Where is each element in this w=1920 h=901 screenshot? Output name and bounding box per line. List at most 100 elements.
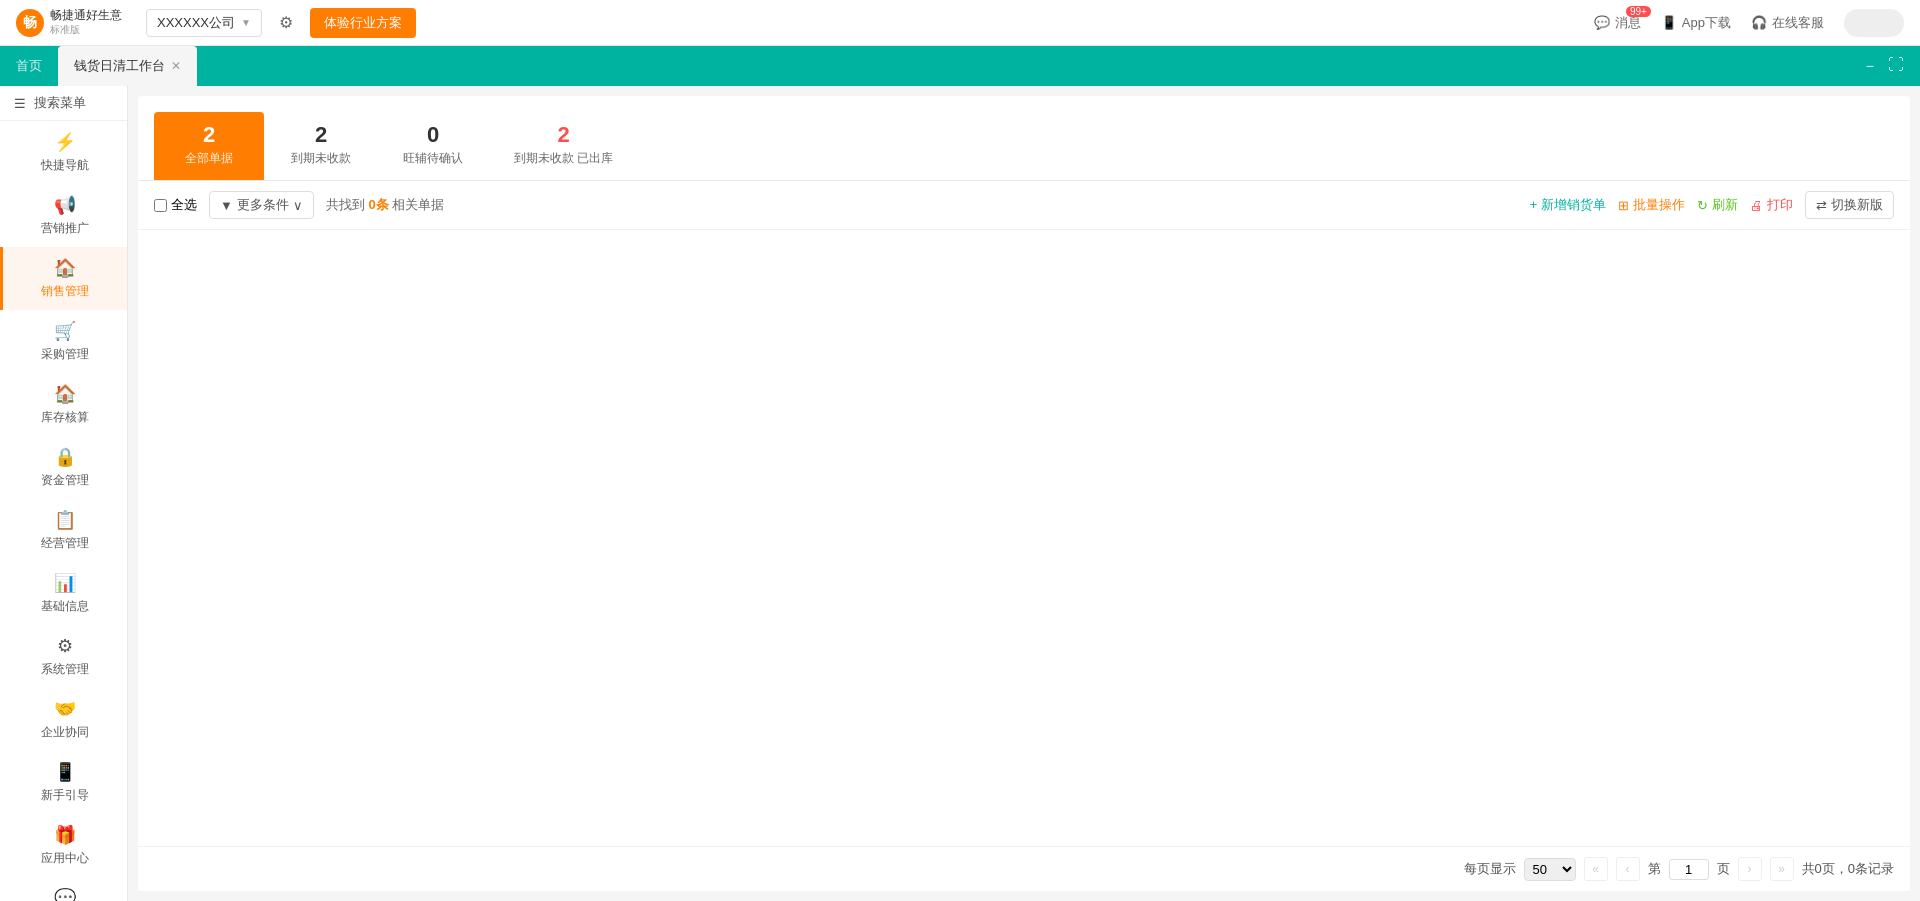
print-button[interactable]: 🖨 打印 <box>1750 196 1793 214</box>
total-info: 共0页，0条记录 <box>1802 860 1894 878</box>
tab-bar-actions: － ⛶ <box>1862 56 1920 77</box>
sidebar-item-enterprise[interactable]: 🤝 企业协同 <box>0 688 127 751</box>
avatar[interactable] <box>1844 9 1904 37</box>
refresh-label: 刷新 <box>1712 196 1738 214</box>
tab-work-station[interactable]: 钱货日清工作台 ✕ <box>58 46 197 86</box>
sidebar-item-label: 系统管理 <box>41 661 89 678</box>
stat-label-shipped: 到期未收款 已出库 <box>514 150 613 167</box>
main-layout: ☰ 搜索菜单 ⚡ 快捷导航 📢 营销推广 🏠 销售管理 🛒 采购管理 🏠 库存核… <box>0 86 1920 901</box>
company-selector[interactable]: XXXXXX公司 ▼ <box>146 9 262 37</box>
refresh-button[interactable]: ↻ 刷新 <box>1697 196 1738 214</box>
app-center-icon: 🎁 <box>54 824 76 846</box>
filter-chevron-icon: ∨ <box>293 198 303 213</box>
sidebar-item-app-center[interactable]: 🎁 应用中心 <box>0 814 127 877</box>
sidebar-item-label: 销售管理 <box>41 283 89 300</box>
search-menu-label: 搜索菜单 <box>34 94 86 112</box>
stat-label-all: 全部单据 <box>178 150 240 167</box>
header-left: 畅 畅捷通好生意 标准版 XXXXXX公司 ▼ ⚙ 体验行业方案 <box>16 8 416 38</box>
print-icon: 🖨 <box>1750 198 1763 213</box>
tab-minimize-icon[interactable]: － <box>1862 56 1878 77</box>
prev-page-button[interactable]: ‹ <box>1616 857 1640 881</box>
sidebar-item-label: 新手引导 <box>41 787 89 804</box>
sidebar-item-label: 快捷导航 <box>41 157 89 174</box>
print-label: 打印 <box>1767 196 1793 214</box>
sidebar-item-operations[interactable]: 📋 经营管理 <box>0 499 127 562</box>
page-unit: 页 <box>1717 860 1730 878</box>
purchase-icon: 🛒 <box>54 320 76 342</box>
filter-button[interactable]: ▼ 更多条件 ∨ <box>209 191 314 219</box>
batch-operation-button[interactable]: ⊞ 批量操作 <box>1618 196 1685 214</box>
chevron-down-icon: ▼ <box>241 17 251 28</box>
tab-close-icon[interactable]: ✕ <box>171 59 181 73</box>
refresh-icon: ↻ <box>1697 198 1708 213</box>
switch-version-button[interactable]: ⇄ 切换新版 <box>1805 191 1894 219</box>
sidebar-item-label: 资金管理 <box>41 472 89 489</box>
message-badge: 99+ <box>1626 6 1651 17</box>
app-icon: 📱 <box>1661 15 1677 30</box>
base-info-icon: 📊 <box>54 572 76 594</box>
sidebar-item-label: 库存核算 <box>41 409 89 426</box>
toolbar: 全选 ▼ 更多条件 ∨ 共找到 0条 相关单据 + 新增销货单 ⊞ 批量操作 <box>138 181 1910 230</box>
pagination-bar: 每页显示 50 100 200 « ‹ 第 页 › » 共0页，0条记录 <box>138 846 1910 891</box>
beginner-icon: 📱 <box>54 761 76 783</box>
last-page-button[interactable]: » <box>1770 857 1794 881</box>
page-size-select[interactable]: 50 100 200 <box>1524 858 1576 881</box>
logo-text-area: 畅捷通好生意 标准版 <box>50 8 122 38</box>
sales-icon: 🏠 <box>54 257 76 279</box>
tab-bar: 首页 钱货日清工作台 ✕ － ⛶ <box>0 46 1920 86</box>
stat-card-shipped[interactable]: 2 到期未收款 已出库 <box>490 112 637 180</box>
tab-work-station-label: 钱货日清工作台 <box>74 57 165 75</box>
quick-nav-icon: ⚡ <box>54 131 76 153</box>
sidebar-item-base-info[interactable]: 📊 基础信息 <box>0 562 127 625</box>
stat-number-shipped: 2 <box>514 122 613 148</box>
online-service-button[interactable]: 🎧 在线客服 <box>1751 14 1824 32</box>
sidebar-item-sales[interactable]: 🏠 销售管理 <box>0 247 127 310</box>
sidebar-item-finance[interactable]: 🔒 资金管理 <box>0 436 127 499</box>
sidebar-item-marketing[interactable]: 📢 营销推广 <box>0 184 127 247</box>
result-info: 共找到 0条 相关单据 <box>326 196 444 214</box>
page-size-label: 每页显示 <box>1464 860 1516 878</box>
experience-button[interactable]: 体验行业方案 <box>310 8 416 38</box>
app-download-button[interactable]: 📱 App下载 <box>1661 14 1731 32</box>
toolbar-right: + 新增销货单 ⊞ 批量操作 ↻ 刷新 🖨 打印 ⇄ <box>1530 191 1894 219</box>
batch-icon: ⊞ <box>1618 198 1629 213</box>
select-all-checkbox[interactable]: 全选 <box>154 196 197 214</box>
operations-icon: 📋 <box>54 509 76 531</box>
sidebar-item-label: 企业协同 <box>41 724 89 741</box>
batch-label: 批量操作 <box>1633 196 1685 214</box>
tab-home[interactable]: 首页 <box>0 46 58 86</box>
sidebar-item-wechat[interactable]: 💬 企业微信 <box>0 877 127 901</box>
search-icon: ☰ <box>14 96 26 111</box>
sidebar: ☰ 搜索菜单 ⚡ 快捷导航 📢 营销推广 🏠 销售管理 🛒 采购管理 🏠 库存核… <box>0 86 128 901</box>
service-icon: 🎧 <box>1751 15 1767 30</box>
sidebar-item-inventory[interactable]: 🏠 库存核算 <box>0 373 127 436</box>
result-suffix: 相关单据 <box>392 197 444 212</box>
settings-button[interactable]: ⚙ <box>272 9 300 37</box>
next-page-button[interactable]: › <box>1738 857 1762 881</box>
stat-card-pending[interactable]: 0 旺辅待确认 <box>378 112 488 180</box>
content-area: 2 全部单据 2 到期未收款 0 旺辅待确认 2 到期未收款 已出库 <box>128 86 1920 901</box>
select-all-label: 全选 <box>171 196 197 214</box>
sidebar-item-purchase[interactable]: 🛒 采购管理 <box>0 310 127 373</box>
wechat-icon: 💬 <box>54 887 76 901</box>
sidebar-item-label: 经营管理 <box>41 535 89 552</box>
result-prefix: 共找到 <box>326 197 365 212</box>
content-inner: 2 全部单据 2 到期未收款 0 旺辅待确认 2 到期未收款 已出库 <box>138 96 1910 891</box>
tab-expand-icon[interactable]: ⛶ <box>1888 56 1904 77</box>
finance-icon: 🔒 <box>54 446 76 468</box>
message-button[interactable]: 💬 消息 99+ <box>1594 14 1641 32</box>
sidebar-item-system[interactable]: ⚙ 系统管理 <box>0 625 127 688</box>
add-sale-order-button[interactable]: + 新增销货单 <box>1530 196 1606 214</box>
sidebar-item-quick-nav[interactable]: ⚡ 快捷导航 <box>0 121 127 184</box>
logo-area: 畅 畅捷通好生意 标准版 <box>16 8 136 38</box>
logo-icon: 畅 <box>16 9 44 37</box>
page-number-input[interactable] <box>1669 859 1709 880</box>
sidebar-item-beginner[interactable]: 📱 新手引导 <box>0 751 127 814</box>
stat-card-all[interactable]: 2 全部单据 <box>154 112 264 180</box>
search-menu-button[interactable]: ☰ 搜索菜单 <box>0 86 127 121</box>
sidebar-item-label: 应用中心 <box>41 850 89 867</box>
first-page-button[interactable]: « <box>1584 857 1608 881</box>
inventory-icon: 🏠 <box>54 383 76 405</box>
stat-card-overdue[interactable]: 2 到期未收款 <box>266 112 376 180</box>
select-all-input[interactable] <box>154 199 167 212</box>
